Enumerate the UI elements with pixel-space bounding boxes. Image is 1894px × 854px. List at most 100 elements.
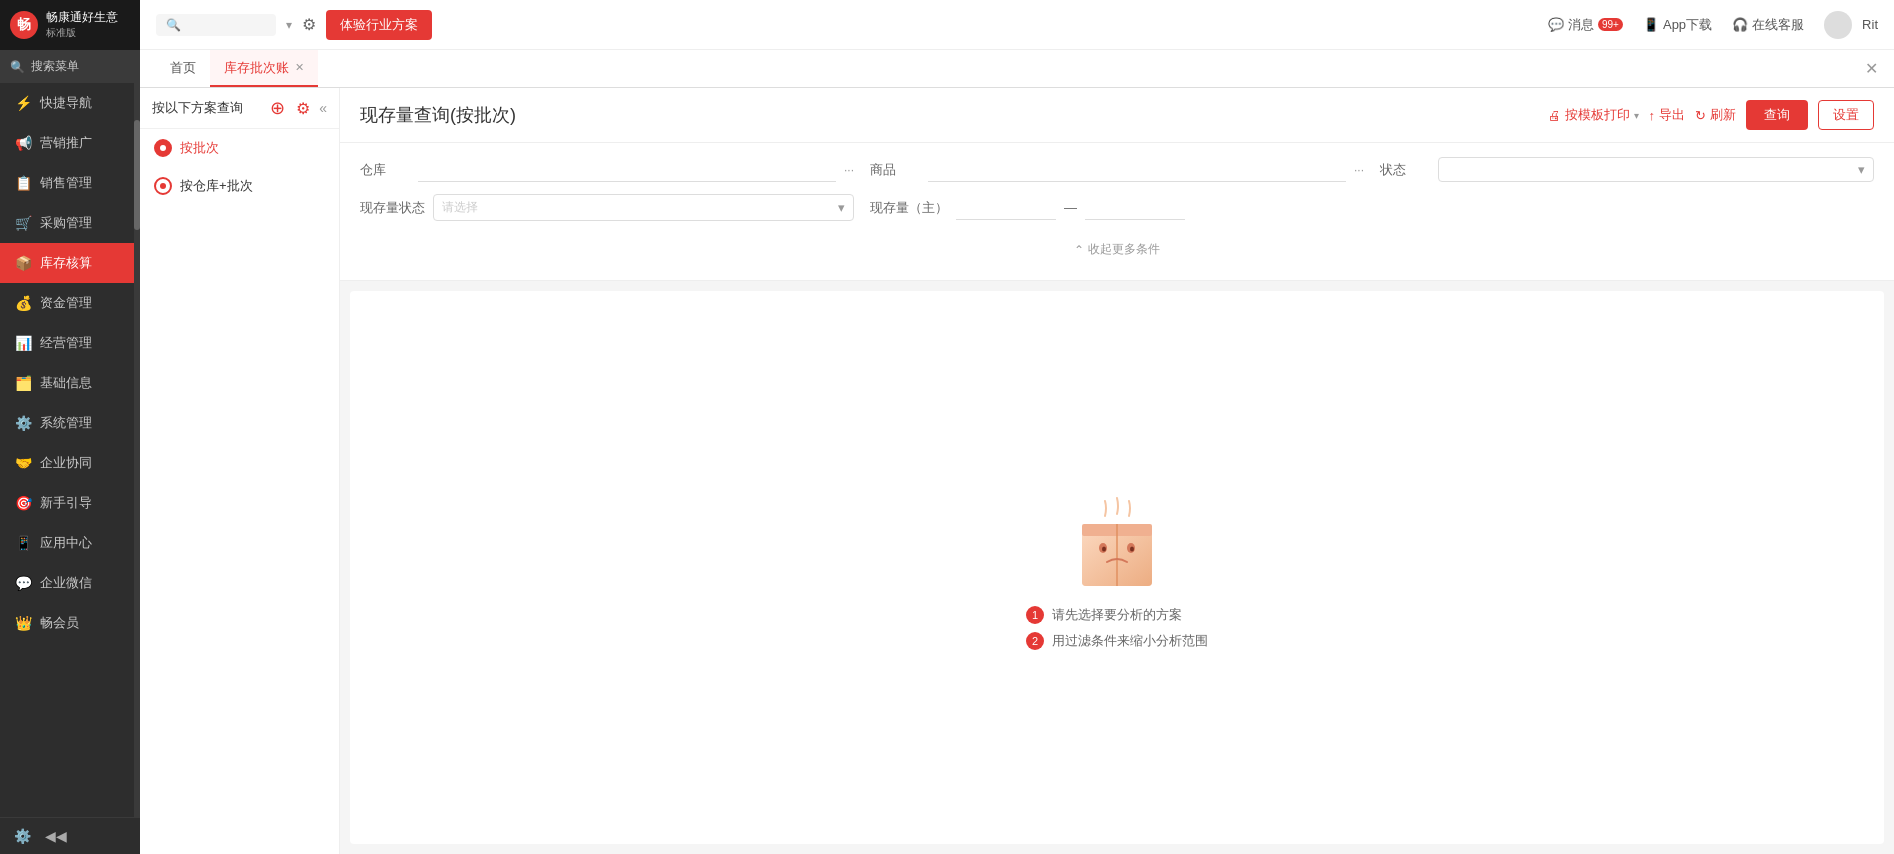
settings-icon: ⚙ (296, 99, 310, 118)
warehouse-more-icon[interactable]: ··· (844, 163, 854, 177)
plan-inactive-icon (154, 177, 172, 195)
sidebar-search[interactable]: 🔍 搜索菜单 (0, 50, 140, 83)
sidebar-nav: ⚡ 快捷导航 📢 营销推广 📋 销售管理 🛒 采购管理 📦 库存核算 💰 资金管… (0, 83, 140, 817)
sidebar-item-inventory[interactable]: 📦 库存核算 (0, 243, 140, 283)
collapse-sidebar-icon[interactable]: ◀◀ (45, 828, 67, 844)
sidebar-item-label: 采购管理 (40, 214, 92, 232)
tabs-bar: 首页 库存批次账 ✕ ✕ (140, 50, 1894, 88)
svg-point-1 (160, 183, 166, 189)
svg-point-9 (1130, 546, 1134, 551)
system-icon: ⚙️ (14, 414, 32, 432)
print-label: 按模板打印 (1565, 106, 1630, 124)
add-icon: ⊕ (270, 99, 285, 117)
sidebar-item-label: 企业微信 (40, 574, 92, 592)
sidebar-item-operation[interactable]: 📊 经营管理 (0, 323, 140, 363)
sidebar-item-wechat[interactable]: 💬 企业微信 (0, 563, 140, 603)
app-download-action[interactable]: 📱 App下载 (1643, 16, 1712, 34)
topbar-search-icon: 🔍 (166, 18, 181, 32)
page-title-actions: 🖨 按模板打印 ▾ ↑ 导出 ↻ 刷新 查询 设置 (1548, 100, 1875, 130)
sidebar-item-label: 库存核算 (40, 254, 92, 272)
refresh-label: 刷新 (1710, 106, 1736, 124)
finance-icon: 💰 (14, 294, 32, 312)
message-action[interactable]: 💬 消息 99+ (1548, 16, 1623, 34)
print-template-button[interactable]: 🖨 按模板打印 ▾ (1548, 106, 1639, 124)
filter-product: 商品 ··· (870, 158, 1364, 182)
online-service-label: 在线客服 (1752, 16, 1804, 34)
tabs-close-all-icon[interactable]: ✕ (1865, 59, 1878, 78)
svg-point-0 (160, 145, 166, 151)
topbar-gear-icon[interactable]: ⚙ (302, 15, 316, 34)
export-icon: ↑ (1649, 108, 1656, 123)
collapse-more-button[interactable]: ⌃ 收起更多条件 (360, 233, 1874, 266)
sidebar-item-basic[interactable]: 🗂️ 基础信息 (0, 363, 140, 403)
sidebar-item-newguide[interactable]: 🎯 新手引导 (0, 483, 140, 523)
svg-point-8 (1102, 546, 1106, 551)
newguide-icon: 🎯 (14, 494, 32, 512)
print-chevron-icon[interactable]: ▾ (1634, 110, 1639, 121)
empty-state: 1 请先选择要分析的方案 2 用过滤条件来缩小分析范围 (350, 291, 1884, 844)
plan-warehouse-batch-label: 按仓库+批次 (180, 177, 253, 195)
settings-footer-icon[interactable]: ⚙️ (14, 828, 31, 844)
inventory-status-label: 现存量状态 (360, 199, 425, 217)
left-panel-title: 按以下方案查询 (152, 99, 259, 117)
tab-home[interactable]: 首页 (156, 50, 210, 87)
quantity-min-input[interactable] (956, 196, 1056, 220)
plan-settings-button[interactable]: ⚙ (293, 98, 313, 118)
tab-home-label: 首页 (170, 59, 196, 77)
tab-batch[interactable]: 库存批次账 ✕ (210, 50, 318, 87)
sidebar-item-label: 企业协同 (40, 454, 92, 472)
sidebar-item-enterprise[interactable]: 🤝 企业协同 (0, 443, 140, 483)
try-industry-button[interactable]: 体验行业方案 (326, 10, 432, 40)
export-button[interactable]: ↑ 导出 (1649, 106, 1686, 124)
inventory-status-select[interactable]: 请选择 ▾ (433, 194, 854, 221)
status-select[interactable]: ▾ (1438, 157, 1874, 182)
chevron-up-icon: ⌃ (1074, 243, 1084, 257)
sidebar-footer: ⚙️ ◀◀ (0, 817, 140, 854)
sidebar-item-sales[interactable]: 📋 销售管理 (0, 163, 140, 203)
collapse-panel-button[interactable]: « (319, 100, 327, 116)
add-plan-button[interactable]: ⊕ (267, 98, 287, 118)
plan-item-warehouse-batch[interactable]: 按仓库+批次 (140, 167, 339, 205)
hint-num-1: 1 (1026, 606, 1044, 624)
topbar-search-box[interactable]: 🔍 (156, 14, 276, 36)
tab-close-icon[interactable]: ✕ (295, 61, 304, 74)
warehouse-input[interactable] (418, 158, 836, 182)
sidebar-item-appcenter[interactable]: 📱 应用中心 (0, 523, 140, 563)
app-title-group: 畅康通好生意 标准版 (46, 10, 118, 40)
plan-item-batch[interactable]: 按批次 (140, 129, 339, 167)
online-service-action[interactable]: 🎧 在线客服 (1732, 16, 1804, 34)
app-logo: 畅 (10, 11, 38, 39)
inventory-icon: 📦 (14, 254, 32, 272)
refresh-button[interactable]: ↻ 刷新 (1695, 106, 1736, 124)
empty-illustration (1057, 486, 1177, 596)
username-label: Rit (1862, 17, 1878, 32)
product-more-icon[interactable]: ··· (1354, 163, 1364, 177)
quantity-max-input[interactable] (1085, 196, 1185, 220)
sidebar-item-member[interactable]: 👑 畅会员 (0, 603, 140, 643)
query-button[interactable]: 查询 (1746, 100, 1808, 130)
appcenter-icon: 📱 (14, 534, 32, 552)
sidebar-item-finance[interactable]: 💰 资金管理 (0, 283, 140, 323)
user-avatar[interactable] (1824, 11, 1852, 39)
product-input[interactable] (928, 158, 1346, 182)
settings-button[interactable]: 设置 (1818, 100, 1874, 130)
refresh-icon: ↻ (1695, 108, 1706, 123)
sidebar-search-label: 搜索菜单 (31, 58, 79, 75)
left-panel: 按以下方案查询 ⊕ ⚙ « 按批次 (140, 88, 340, 854)
sidebar-item-marketing[interactable]: 📢 营销推广 (0, 123, 140, 163)
content-area: 按以下方案查询 ⊕ ⚙ « 按批次 (140, 88, 1894, 854)
plan-batch-label: 按批次 (180, 139, 219, 157)
topbar: 🔍 ▾ ⚙ 体验行业方案 💬 消息 99+ 📱 App下载 🎧 在线客服 Rit (140, 0, 1894, 50)
status-label: 状态 (1380, 161, 1430, 179)
sidebar-scrollthumb (134, 120, 140, 230)
sidebar-item-purchase[interactable]: 🛒 采购管理 (0, 203, 140, 243)
sidebar-item-system[interactable]: ⚙️ 系统管理 (0, 403, 140, 443)
left-panel-header: 按以下方案查询 ⊕ ⚙ « (140, 88, 339, 129)
topbar-search-input[interactable] (185, 18, 255, 32)
headset-icon: 🎧 (1732, 17, 1748, 32)
sidebar-item-quicknav[interactable]: ⚡ 快捷导航 (0, 83, 140, 123)
topbar-chevron-icon[interactable]: ▾ (286, 18, 292, 32)
sales-icon: 📋 (14, 174, 32, 192)
empty-hint-1: 1 请先选择要分析的方案 (1026, 606, 1208, 624)
filter-row-2: 现存量状态 请选择 ▾ 现存量（主） — (360, 194, 1874, 221)
